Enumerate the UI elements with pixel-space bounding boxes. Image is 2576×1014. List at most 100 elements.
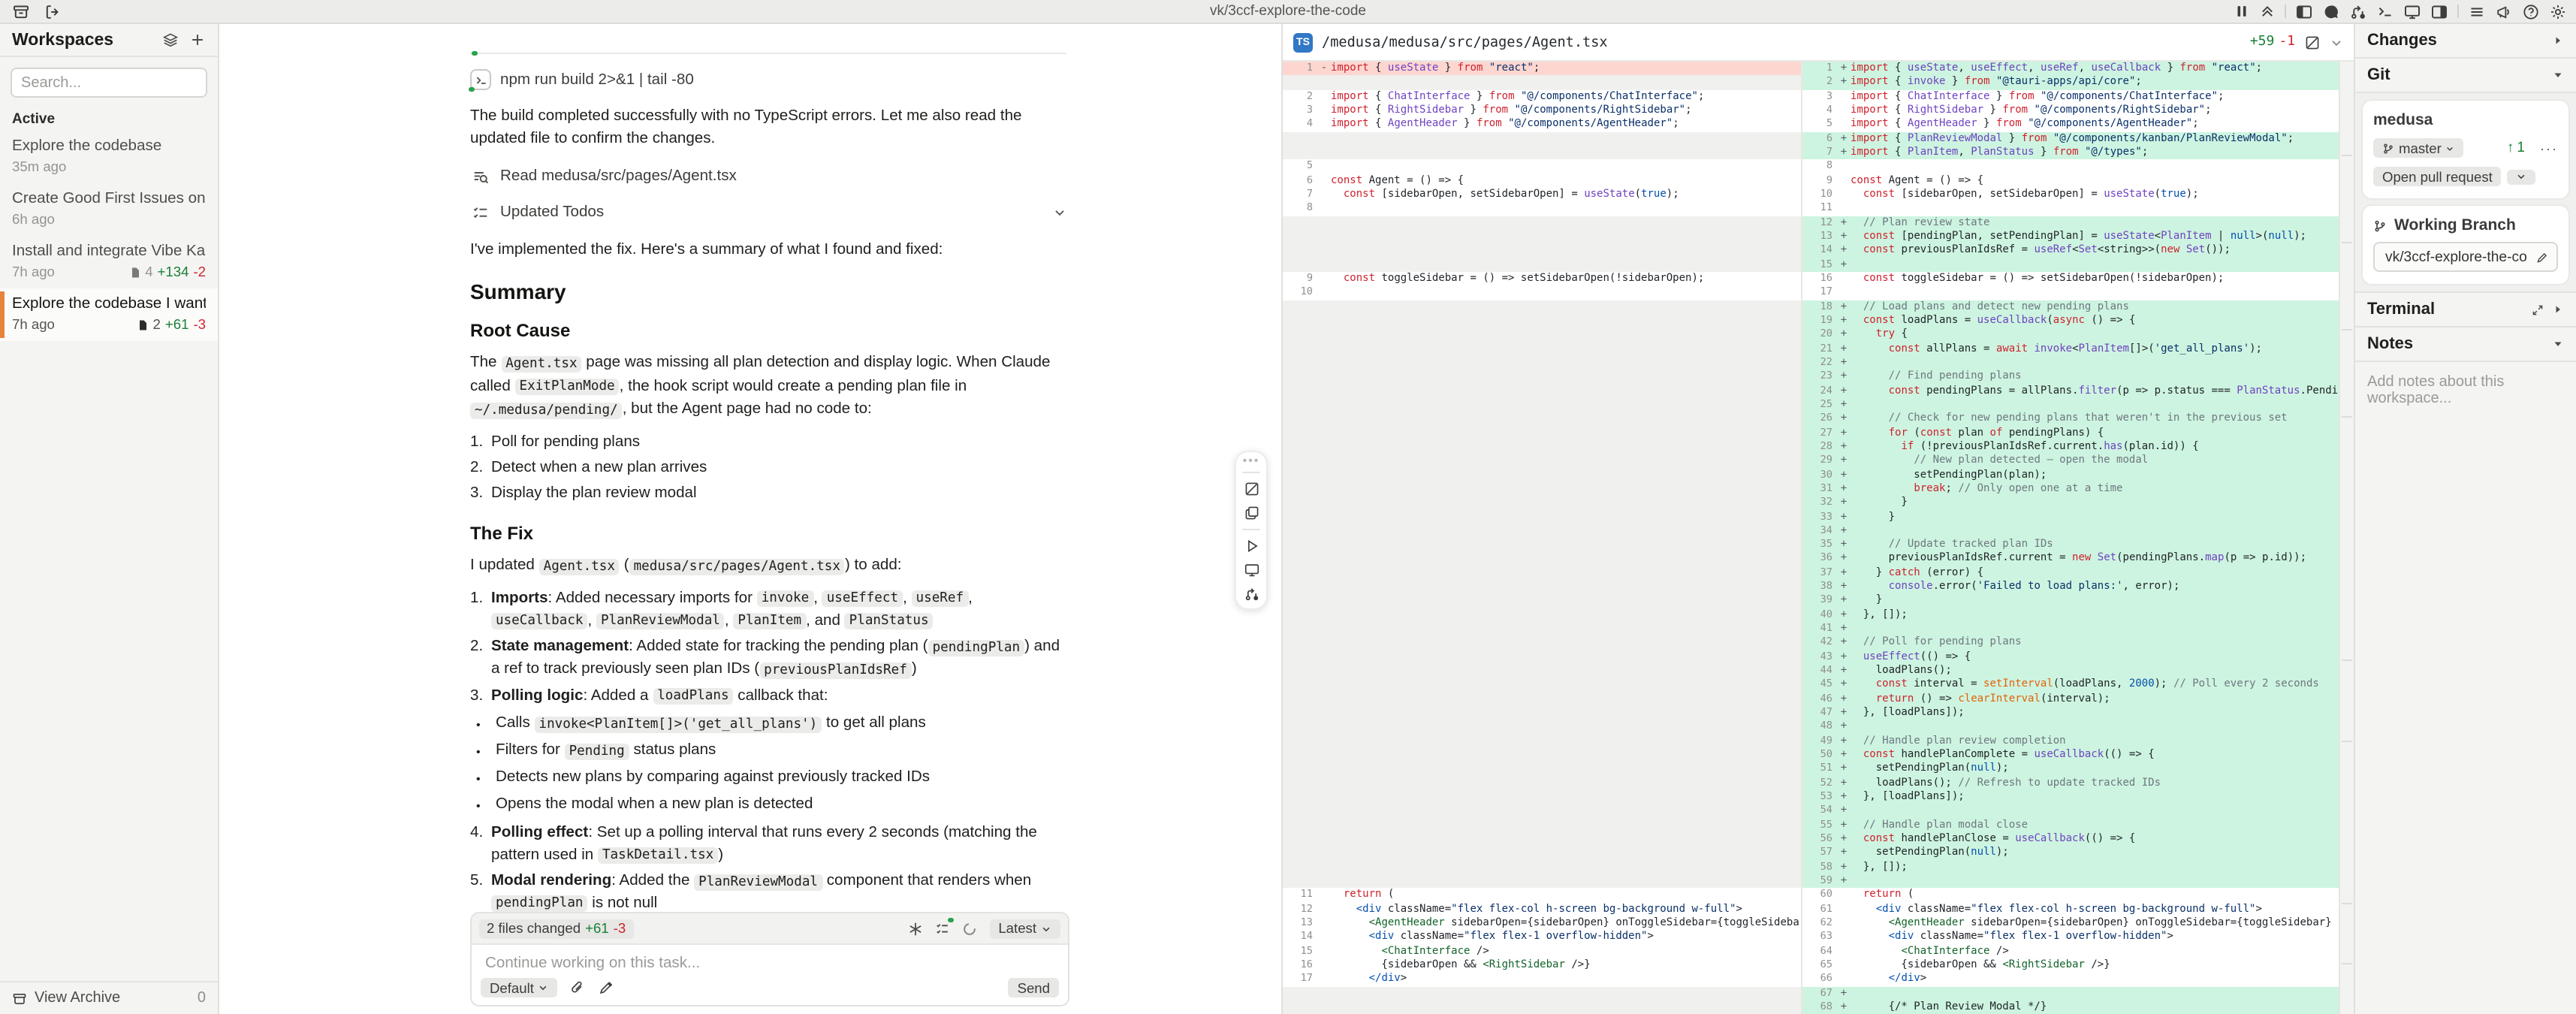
inline-code: useRef <box>912 591 969 608</box>
settings-gear-icon[interactable] <box>2549 2 2567 20</box>
git-flow-icon[interactable] <box>1243 586 1259 602</box>
chat-scroll-area[interactable]: npm run build 2>&1 | tail -80The build c… <box>219 24 1281 912</box>
diff-row: 49+ // Handle plan review completion <box>1283 735 2354 749</box>
monitor-icon[interactable] <box>2403 2 2421 20</box>
archive-count: 0 <box>198 990 206 1006</box>
diff-file-header[interactable]: TS /medusa/medusa/src/pages/Agent.tsx +5… <box>1283 24 2354 62</box>
help-icon[interactable] <box>2522 2 2540 20</box>
section-heading: Root Cause <box>470 321 1066 342</box>
play-icon[interactable] <box>1243 538 1259 554</box>
terminal-icon[interactable] <box>2376 2 2394 20</box>
diff-row: 59+ <box>1283 874 2354 889</box>
chevron-down-icon[interactable] <box>1053 207 1066 220</box>
expand-icon[interactable] <box>2531 303 2544 316</box>
diff-row: 68+ {/* Plan Review Modal */} <box>1283 1000 2354 1014</box>
terminal-icon <box>470 69 491 90</box>
diff-row: 51+ setPendingPlan(null); <box>1283 762 2354 777</box>
search-input[interactable] <box>11 68 207 98</box>
notes-section-header[interactable]: Notes <box>2355 327 2576 362</box>
branch-selector[interactable]: master <box>2373 138 2464 158</box>
todos-icon <box>470 203 491 224</box>
repo-name: medusa <box>2373 111 2433 129</box>
diff-row: 28+ if (!previousPlanIdsRef.current.has(… <box>1283 440 2354 454</box>
spinner-icon <box>961 920 977 937</box>
git-section-header[interactable]: Git <box>2355 59 2576 93</box>
working-branch-label: Working Branch <box>2394 216 2516 234</box>
diff-row: 42+ // Poll for pending plans <box>1283 636 2354 650</box>
todos-status-icon[interactable] <box>934 920 950 937</box>
add-workspace-icon[interactable] <box>189 32 206 48</box>
terminal-section-header[interactable]: Terminal <box>2355 293 2576 327</box>
diff-row: 32+ } <box>1283 496 2354 510</box>
diff-row: 14+ const previousPlanIdsRef = useRef<Se… <box>1283 244 2354 258</box>
workspace-item-time: 6h ago <box>12 212 206 227</box>
panel-left-icon[interactable] <box>2295 2 2313 20</box>
latest-dropdown[interactable]: Latest <box>989 919 1060 938</box>
megaphone-icon[interactable] <box>2495 2 2513 20</box>
collapse-up-icon[interactable] <box>2259 3 2276 20</box>
collapse-file-icon[interactable] <box>2330 35 2343 49</box>
changes-section-header[interactable]: Changes <box>2355 24 2576 59</box>
git-flow-icon[interactable] <box>2349 2 2367 20</box>
read-icon <box>470 167 491 188</box>
pause-icon[interactable] <box>2234 3 2250 20</box>
diff-row: 1017 <box>1283 286 2354 300</box>
floating-toolbar: ••• <box>1235 451 1268 610</box>
chat-bubble-icon[interactable] <box>2322 2 2340 20</box>
diff-row: 56+ const handlePlanClose = useCallback(… <box>1283 832 2354 847</box>
menu-icon[interactable] <box>2468 2 2486 20</box>
workspace-item-title: Explore the codebase <box>12 138 206 155</box>
drag-handle-icon[interactable]: ••• <box>1243 458 1260 464</box>
diff-row: 46+ return () => clearInterval(interval)… <box>1283 693 2354 707</box>
attach-icon[interactable] <box>570 979 587 996</box>
ahead-count[interactable]: ↑1 <box>2507 140 2525 156</box>
diff-deletions: -1 <box>2279 35 2295 50</box>
notes-placeholder[interactable]: Add notes about this workspace... <box>2355 362 2576 419</box>
diff-row: 29+ // New plan detected — open the moda… <box>1283 454 2354 468</box>
tool-call-label: npm run build 2>&1 | tail -80 <box>500 71 694 88</box>
diff-row: 58+ }, []); <box>1283 860 2354 874</box>
tool-call[interactable]: npm run build 2>&1 | tail -80 <box>470 69 1066 90</box>
message-input[interactable] <box>472 945 1065 972</box>
pen-icon[interactable] <box>599 979 615 996</box>
working-branch-input[interactable] <box>2382 247 2529 267</box>
inline-code: loadPlans <box>653 688 733 705</box>
layers-icon[interactable] <box>162 32 179 48</box>
tool-call[interactable]: Updated Todos <box>470 203 1066 224</box>
workspace-item[interactable]: Explore the codebase35m ago <box>0 131 218 183</box>
diff-scrollbar[interactable] <box>2339 62 2354 1014</box>
archive-icon <box>12 991 27 1006</box>
edit-pencil-icon[interactable] <box>2535 250 2549 264</box>
diff-row: 19+ const loadPlans = useCallback(async … <box>1283 314 2354 328</box>
files-changed-badge[interactable]: 2 files changed +61 -3 <box>479 919 633 938</box>
spark-icon[interactable] <box>906 920 923 937</box>
diff-row: 58 <box>1283 160 2354 174</box>
more-actions-icon[interactable]: ··· <box>2540 140 2558 155</box>
view-archive-button[interactable]: View Archive 0 <box>0 981 218 1014</box>
diff-view-icon[interactable] <box>1243 481 1259 497</box>
panel-right-icon[interactable] <box>2430 2 2448 20</box>
tool-call-label: Updated Todos <box>500 205 604 222</box>
inline-code: Pending <box>565 743 629 759</box>
diff-row: 52+ loadPlans(); // Refresh to update tr… <box>1283 776 2354 790</box>
chevron-down-icon <box>538 982 549 993</box>
send-button[interactable]: Send <box>1009 978 1059 997</box>
pr-options-button[interactable] <box>2508 169 2536 184</box>
workspace-item[interactable]: Install and integrate Vibe Kanban Web C7… <box>0 236 218 288</box>
mode-dropdown[interactable]: Default <box>481 978 558 997</box>
workspace-item-time: 7h ago <box>12 264 128 279</box>
diff-body[interactable]: 1-import { useState } from "react";1+imp… <box>1283 62 2354 1014</box>
split-view-toggle-icon[interactable] <box>2304 34 2321 50</box>
open-pull-request-button[interactable]: Open pull request <box>2373 167 2502 186</box>
diff-row: 15+ <box>1283 258 2354 272</box>
workspace-list: Explore the codebase35m agoCreate Good F… <box>0 131 218 981</box>
workspace-item[interactable]: Explore the codebase I want you to expl7… <box>0 288 218 341</box>
tool-call[interactable]: Read medusa/src/pages/Agent.tsx <box>470 167 1066 188</box>
copy-icon[interactable] <box>1243 505 1259 521</box>
inline-code: PlanReviewModal <box>596 614 725 630</box>
workspace-item[interactable]: Create Good First Issues on Github So p6… <box>0 183 218 236</box>
monitor-icon[interactable] <box>1243 562 1259 578</box>
diff-row: 20+ try { <box>1283 327 2354 342</box>
repo-card: medusa master ↑1 ··· Open pull request <box>2363 101 2568 198</box>
notes-label: Notes <box>2367 335 2544 353</box>
